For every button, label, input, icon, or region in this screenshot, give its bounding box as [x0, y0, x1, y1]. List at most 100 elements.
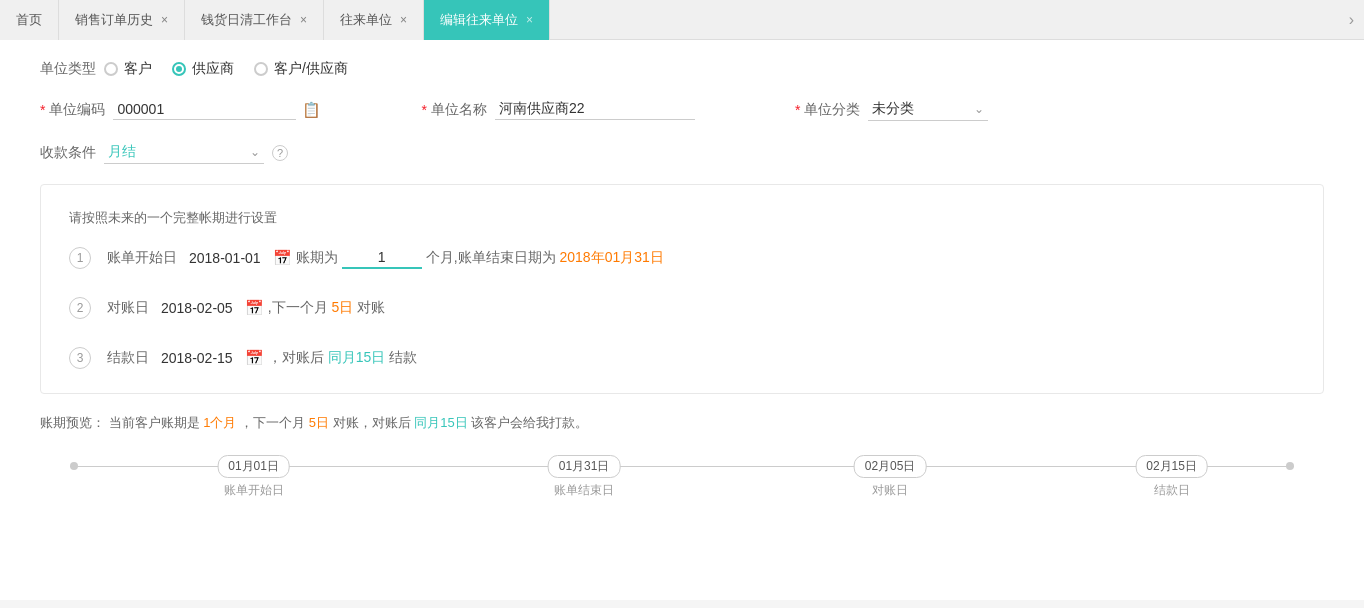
unit-code-label: 单位编码 [49, 101, 105, 119]
timeline-node-3-date: 02月05日 [854, 455, 927, 478]
tab-partner-units-label: 往来单位 [340, 11, 392, 29]
unit-info-row: * 单位编码 📋 * 单位名称 * 单位分类 未分类 ⌄ [40, 98, 1324, 121]
step-3-prefix: ，对账后 [268, 349, 324, 367]
unit-name-label: 单位名称 [431, 101, 487, 119]
main-content: 单位类型 客户 供应商 客户/供应商 * 单位编码 📋 * [0, 40, 1364, 600]
unit-category-arrow-icon[interactable]: ⌄ [970, 102, 988, 116]
tab-partner-units[interactable]: 往来单位 × [324, 0, 424, 40]
tab-edit-partner-label: 编辑往来单位 [440, 11, 518, 29]
step-label-1: 账单开始日 [107, 249, 177, 267]
step-2-highlight: 5日 [332, 299, 354, 317]
step-date-1: 2018-01-01 [189, 250, 261, 266]
step-period-input[interactable] [342, 247, 422, 269]
step-num-1: 1 [69, 247, 91, 269]
tab-edit-partner[interactable]: 编辑往来单位 × [424, 0, 550, 40]
unit-type-label: 单位类型 [40, 60, 96, 78]
payment-condition-dropdown[interactable]: 月结 ⌄ [104, 141, 264, 164]
card-title: 请按照未来的一个完整帐期进行设置 [69, 209, 1295, 227]
preview-highlight3: 同月15日 [414, 415, 467, 430]
timeline-start-dot [70, 462, 78, 470]
tab-sales-history[interactable]: 销售订单历史 × [59, 0, 185, 40]
tab-home[interactable]: 首页 [0, 0, 59, 40]
step-3-suffix: 结款 [389, 349, 417, 367]
timeline-line-row: 01月01日 01月31日 02月05日 02月15日 [70, 456, 1294, 476]
step-cal-icon-3[interactable]: 📅 [245, 349, 264, 367]
payment-condition-row: 收款条件 月结 ⌄ ? [40, 141, 1324, 164]
unit-code-copy-icon[interactable]: 📋 [302, 101, 321, 119]
radio-supplier-circle [172, 62, 186, 76]
radio-customer-circle [104, 62, 118, 76]
preview-highlight1: 1个月 [203, 415, 236, 430]
payment-condition-arrow-icon[interactable]: ⌄ [246, 145, 264, 159]
tab-cash-workbench[interactable]: 钱货日清工作台 × [185, 0, 324, 40]
tabs-bar: 首页 销售订单历史 × 钱货日清工作台 × 往来单位 × 编辑往来单位 × › [0, 0, 1364, 40]
timeline-container: 01月01日 01月31日 02月05日 02月15日 账单开始日 账单结束日 … [40, 456, 1324, 506]
tab-partner-units-close[interactable]: × [400, 13, 407, 27]
tab-cash-workbench-label: 钱货日清工作台 [201, 11, 292, 29]
step-date-3: 2018-02-15 [161, 350, 233, 366]
step-cal-icon-2[interactable]: 📅 [245, 299, 264, 317]
timeline-node-4: 02月15日 [1135, 455, 1208, 478]
preview-before1: 当前客户账期是 [109, 415, 200, 430]
timeline-node-1: 01月01日 [217, 455, 290, 478]
tab-sales-history-label: 销售订单历史 [75, 11, 153, 29]
timeline-labels-row: 账单开始日 账单结束日 对账日 结款日 [70, 482, 1294, 506]
timeline-end-dot [1286, 462, 1294, 470]
timeline-node-4-date: 02月15日 [1135, 455, 1208, 478]
preview-between2: 对账，对账后 [333, 415, 411, 430]
unit-category-dropdown[interactable]: 未分类 ⌄ [868, 98, 988, 121]
radio-supplier-label: 供应商 [192, 60, 234, 78]
preview-text: 账期预览： 当前客户账期是 1个月 ，下一个月 5日 对账，对账后 同月15日 … [40, 414, 1324, 432]
step-2-prefix: ,下一个月 [268, 299, 328, 317]
step-row-3: 3 结款日 2018-02-15 📅 ，对账后同月15日结款 [69, 347, 1295, 369]
step-date-2: 2018-02-05 [161, 300, 233, 316]
step-cal-icon-1[interactable]: 📅 [273, 249, 292, 267]
card-section: 请按照未来的一个完整帐期进行设置 1 账单开始日 2018-01-01 📅 账期… [40, 184, 1324, 394]
unit-category-value: 未分类 [868, 98, 970, 120]
unit-category-field: * 单位分类 未分类 ⌄ [795, 98, 988, 121]
step-label-3: 结款日 [107, 349, 149, 367]
tab-arrow[interactable]: › [1339, 11, 1364, 29]
unit-name-required: * [421, 102, 426, 118]
tab-home-label: 首页 [16, 11, 42, 29]
timeline-node-1-date: 01月01日 [217, 455, 290, 478]
step-num-2: 2 [69, 297, 91, 319]
payment-condition-help-icon[interactable]: ? [272, 145, 288, 161]
preview-highlight2: 5日 [309, 415, 329, 430]
step-period-prefix: 账期为 [296, 249, 338, 267]
timeline-label-1: 账单开始日 [224, 482, 284, 499]
step-period-end-date: 2018年01月31日 [560, 249, 664, 267]
unit-category-required: * [795, 102, 800, 118]
payment-condition-label: 收款条件 [40, 144, 96, 162]
step-row-1: 1 账单开始日 2018-01-01 📅 账期为 个月,账单结束日期为 2018… [69, 247, 1295, 269]
radio-customer-supplier-label: 客户/供应商 [274, 60, 348, 78]
tab-edit-partner-close[interactable]: × [526, 13, 533, 27]
radio-customer-label: 客户 [124, 60, 152, 78]
preview-end: 该客户会给我打款。 [471, 415, 588, 430]
preview-label: 账期预览： [40, 415, 105, 430]
unit-type-row: 单位类型 客户 供应商 客户/供应商 [40, 60, 1324, 78]
unit-type-radio-group: 客户 供应商 客户/供应商 [104, 60, 348, 78]
step-2-suffix: 对账 [357, 299, 385, 317]
radio-customer-supplier[interactable]: 客户/供应商 [254, 60, 348, 78]
timeline-label-4: 结款日 [1154, 482, 1190, 499]
step-label-2: 对账日 [107, 299, 149, 317]
step-3-highlight: 同月15日 [328, 349, 386, 367]
step-period-suffix: 个月,账单结束日期为 [426, 249, 556, 267]
unit-category-label: 单位分类 [804, 101, 860, 119]
preview-between1: ，下一个月 [240, 415, 305, 430]
unit-code-input[interactable] [113, 99, 296, 120]
timeline-label-3: 对账日 [872, 482, 908, 499]
payment-condition-value: 月结 [104, 141, 246, 163]
step-row-2: 2 对账日 2018-02-05 📅 ,下一个月5日对账 [69, 297, 1295, 319]
timeline-label-2: 账单结束日 [554, 482, 614, 499]
tab-cash-workbench-close[interactable]: × [300, 13, 307, 27]
unit-name-field: * 单位名称 [421, 99, 694, 120]
radio-supplier[interactable]: 供应商 [172, 60, 234, 78]
unit-code-required: * [40, 102, 45, 118]
unit-name-input[interactable] [495, 99, 695, 120]
radio-customer-supplier-circle [254, 62, 268, 76]
tab-sales-history-close[interactable]: × [161, 13, 168, 27]
timeline-node-3: 02月05日 [854, 455, 927, 478]
radio-customer[interactable]: 客户 [104, 60, 152, 78]
